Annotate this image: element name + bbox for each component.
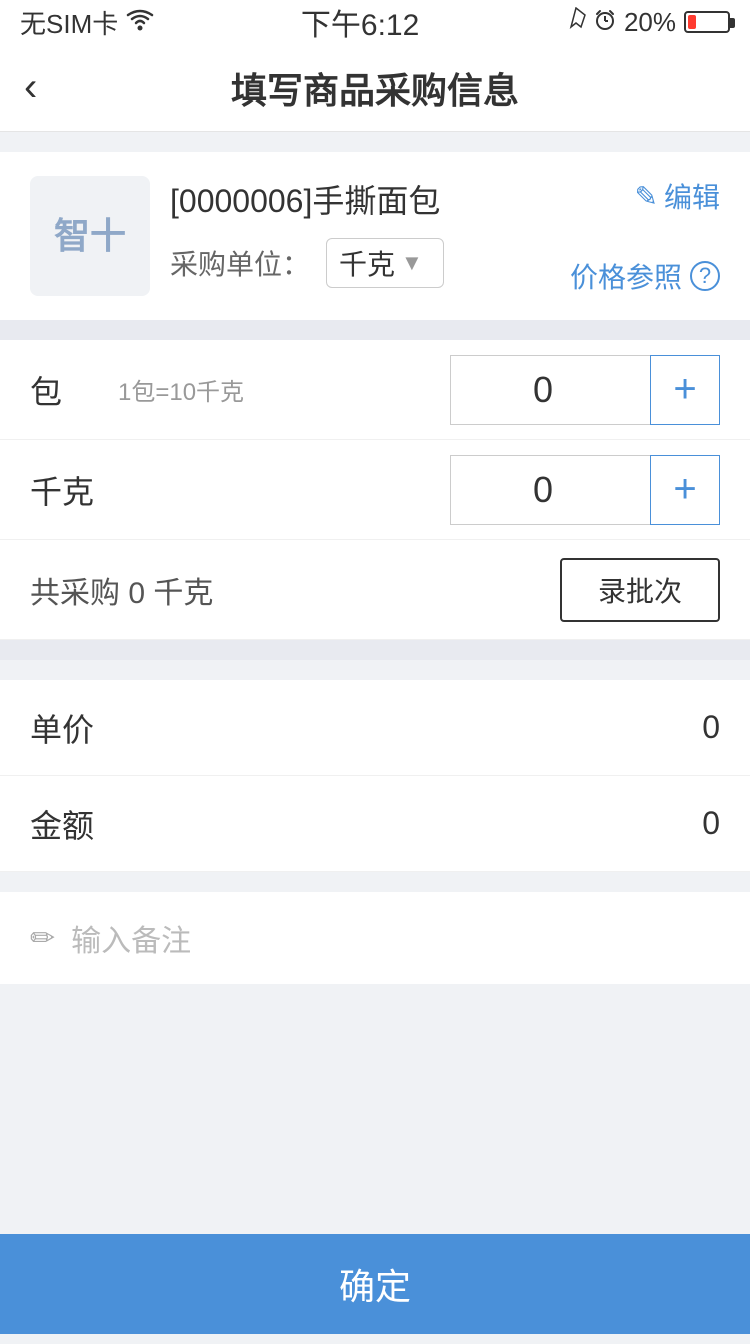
battery-percent: 20% [624, 7, 676, 38]
nav-bar: ‹ 填写商品采购信息 [0, 44, 750, 132]
pencil-icon: ✏ [30, 921, 55, 956]
chevron-down-icon: ▼ [401, 250, 423, 276]
confirm-button[interactable]: 确定 [0, 1234, 750, 1334]
location-icon [566, 7, 586, 38]
price-reference-button[interactable]: 价格参照 ? [570, 256, 720, 296]
product-card: 智十 [0000006]手撕面包 采购单位： 千克 ▼ ✎ 编辑 价格参照 ? [0, 152, 750, 320]
content-fill [0, 984, 750, 1244]
status-left: 无SIM卡 [20, 4, 154, 41]
section-divider-1 [0, 320, 750, 340]
amount-value: 0 [702, 805, 720, 842]
status-time: 下午6:12 [301, 0, 419, 44]
kg-label: 千克 [30, 467, 110, 513]
pack-hint: 1包=10千克 [118, 372, 450, 407]
pack-input-row: 包 1包=10千克 + [0, 340, 750, 440]
notes-section[interactable]: ✏ 输入备注 [0, 892, 750, 984]
kg-input[interactable] [450, 455, 650, 525]
alarm-icon [594, 7, 616, 38]
wifi-icon [126, 7, 154, 38]
battery-icon [684, 11, 730, 33]
kg-input-row: 千克 + [0, 440, 750, 540]
product-thumbnail: 智十 [30, 176, 150, 296]
status-bar: 无SIM卡 下午6:12 20% [0, 0, 750, 44]
unit-price-row: 单价 0 [0, 680, 750, 776]
summary-row: 共采购 0 千克 录批次 [0, 540, 750, 640]
pack-plus-button[interactable]: + [650, 355, 720, 425]
unit-price-value: 0 [702, 709, 720, 746]
amount-row: 金额 0 [0, 776, 750, 872]
notes-placeholder: 输入备注 [71, 916, 191, 960]
edit-icon: ✎ [635, 180, 658, 213]
page-title: 填写商品采购信息 [231, 62, 519, 114]
section-divider-2 [0, 640, 750, 660]
back-button[interactable]: ‹ [24, 65, 37, 110]
price-section: 单价 0 金额 0 [0, 680, 750, 872]
kg-input-wrap: + [450, 455, 720, 525]
edit-button[interactable]: ✎ 编辑 [635, 176, 720, 216]
amount-label: 金额 [30, 801, 94, 847]
pack-input-wrap: + [450, 355, 720, 425]
edit-label: 编辑 [664, 176, 720, 216]
unit-value: 千克 [339, 243, 395, 283]
carrier-label: 无SIM卡 [20, 4, 118, 41]
unit-select[interactable]: 千克 ▼ [326, 238, 444, 288]
product-logo: 智十 [54, 214, 126, 257]
help-icon: ? [690, 261, 720, 291]
pack-input[interactable] [450, 355, 650, 425]
summary-text: 共采购 0 千克 [30, 568, 213, 612]
price-ref-label: 价格参照 [570, 256, 682, 296]
purchase-unit-label: 采购单位： [170, 243, 310, 283]
pack-label: 包 [30, 367, 110, 413]
status-right: 20% [566, 7, 730, 38]
batch-button[interactable]: 录批次 [560, 558, 720, 622]
quantity-input-section: 包 1包=10千克 + 千克 + 共采购 0 千克 录批次 [0, 340, 750, 640]
unit-price-label: 单价 [30, 705, 94, 751]
kg-plus-button[interactable]: + [650, 455, 720, 525]
